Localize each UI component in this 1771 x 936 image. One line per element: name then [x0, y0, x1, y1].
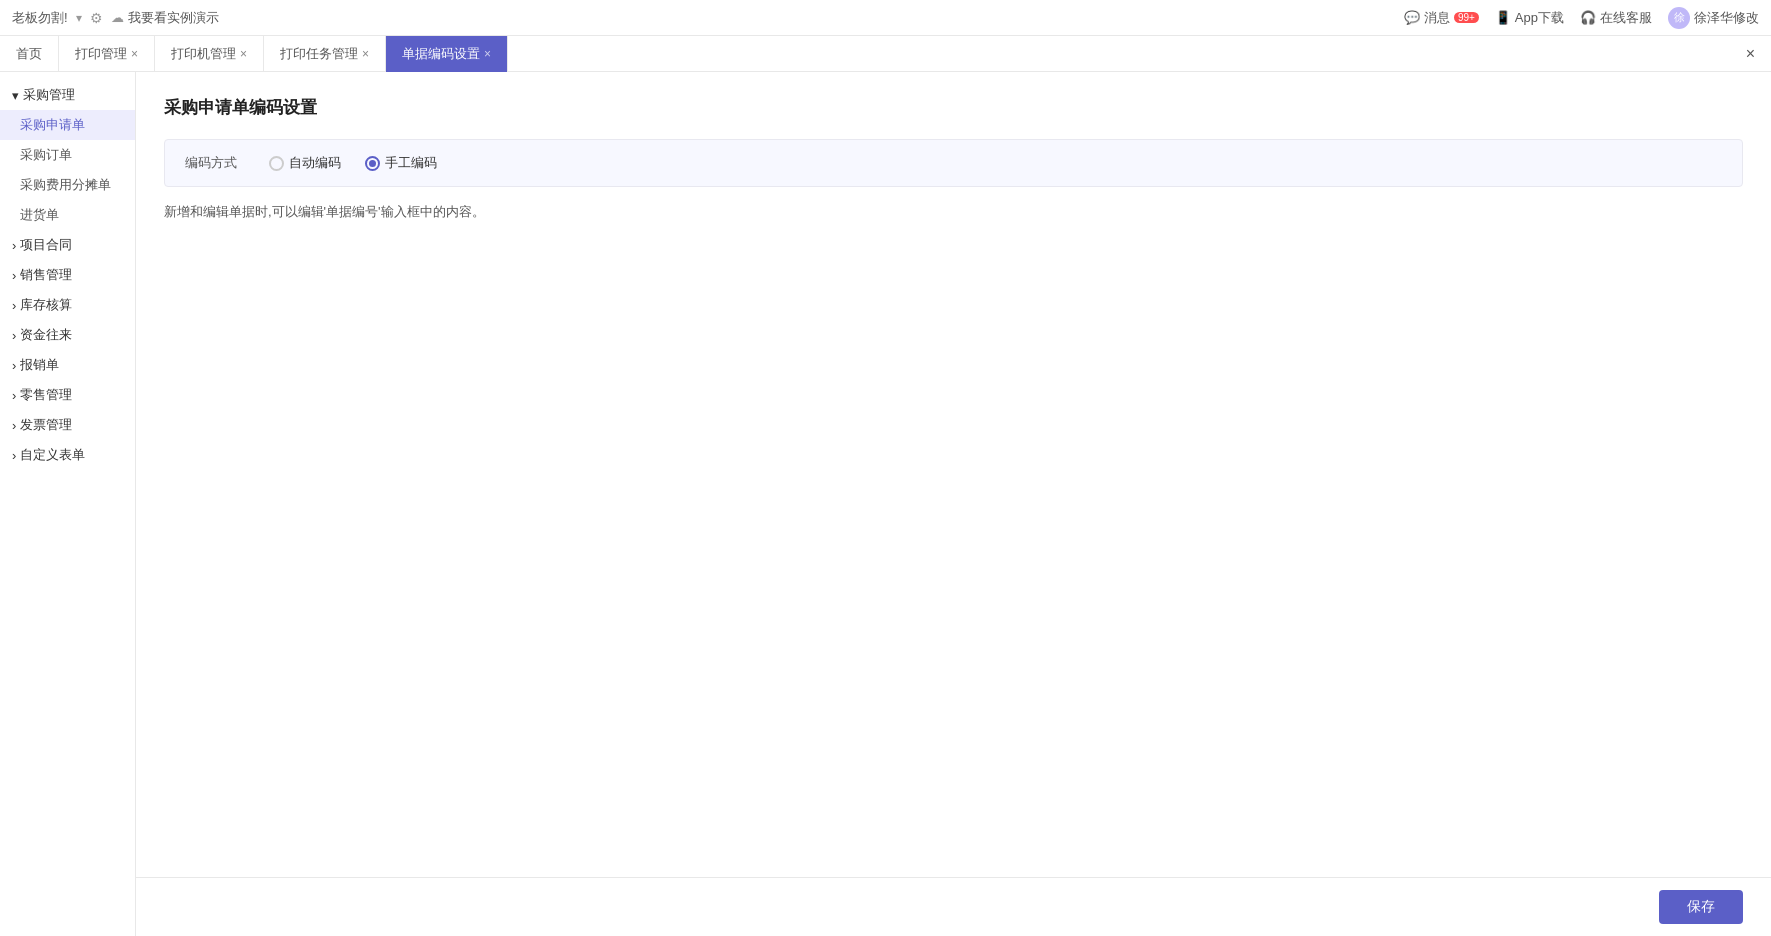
- mobile-icon: 📱: [1495, 10, 1511, 25]
- tab-printer-mgmt[interactable]: 打印机管理 ×: [155, 36, 264, 72]
- sidebar: ▾ 采购管理 采购申请单 采购订单 采购费用分摊单 进货单 › 项目合同 › 销…: [0, 72, 136, 936]
- sidebar-item-purchase-expense-label: 采购费用分摊单: [20, 177, 111, 192]
- tab-print-task-label: 打印任务管理: [280, 45, 358, 63]
- collapse-icon: ▾: [12, 88, 19, 103]
- top-bar-right: 💬 消息 99+ 📱 App下载 🎧 在线客服 徐 徐泽华修改: [1404, 7, 1759, 29]
- app-download-button[interactable]: 📱 App下载: [1495, 9, 1564, 27]
- radio-manual-label: 手工编码: [385, 154, 437, 172]
- tab-print-task-close[interactable]: ×: [362, 47, 369, 61]
- sidebar-item-purchase-request[interactable]: 采购申请单: [0, 110, 135, 140]
- sidebar-item-purchase-order[interactable]: 采购订单: [0, 140, 135, 170]
- window-close-button[interactable]: ×: [1730, 36, 1771, 72]
- arrow-down-icon[interactable]: ▾: [76, 11, 82, 25]
- demo-link[interactable]: 我要看实例演示: [111, 9, 219, 27]
- tab-barcode-setting-label: 单据编码设置: [402, 45, 480, 63]
- sidebar-group-purchase[interactable]: ▾ 采购管理: [0, 80, 135, 110]
- coding-row: 编码方式 自动编码 手工编码: [185, 154, 1722, 172]
- coding-settings-box: 编码方式 自动编码 手工编码: [164, 139, 1743, 187]
- tab-printer-mgmt-close[interactable]: ×: [240, 47, 247, 61]
- gear-icon[interactable]: ⚙: [90, 10, 103, 26]
- sidebar-group-custom-label: 自定义表单: [20, 446, 85, 464]
- sidebar-item-stock-in[interactable]: 进货单: [0, 200, 135, 230]
- sidebar-group-project-label: 项目合同: [20, 236, 72, 254]
- tab-home-label: 首页: [16, 45, 42, 63]
- tab-barcode-setting[interactable]: 单据编码设置 ×: [386, 36, 508, 72]
- sidebar-group-purchase-label: 采购管理: [23, 86, 75, 104]
- tab-print-mgmt-close[interactable]: ×: [131, 47, 138, 61]
- page-title: 采购申请单编码设置: [164, 96, 1743, 119]
- tab-print-mgmt[interactable]: 打印管理 ×: [59, 36, 155, 72]
- coding-label: 编码方式: [185, 154, 237, 172]
- sidebar-group-retail-label: 零售管理: [20, 386, 72, 404]
- tab-home[interactable]: 首页: [0, 36, 59, 72]
- sidebar-group-invoice-label: 发票管理: [20, 416, 72, 434]
- main-layout: ▾ 采购管理 采购申请单 采购订单 采购费用分摊单 进货单 › 项目合同 › 销…: [0, 72, 1771, 936]
- headset-icon: 🎧: [1580, 10, 1596, 25]
- radio-option-manual[interactable]: 手工编码: [365, 154, 437, 172]
- sidebar-item-stock-in-label: 进货单: [20, 207, 59, 222]
- online-service-button[interactable]: 🎧 在线客服: [1580, 9, 1652, 27]
- sidebar-group-inventory[interactable]: › 库存核算: [0, 290, 135, 320]
- top-bar: 老板勿割! ▾ ⚙ 我要看实例演示 💬 消息 99+ 📱 App下载 🎧 在线客…: [0, 0, 1771, 36]
- avatar: 徐: [1668, 7, 1690, 29]
- content-area: 采购申请单编码设置 编码方式 自动编码 手工编码 新增: [136, 72, 1771, 936]
- sidebar-group-retail[interactable]: › 零售管理: [0, 380, 135, 410]
- expand-icon-returns: ›: [12, 358, 16, 373]
- sidebar-item-purchase-order-label: 采购订单: [20, 147, 72, 162]
- sidebar-group-sales[interactable]: › 销售管理: [0, 260, 135, 290]
- sidebar-group-returns[interactable]: › 报销单: [0, 350, 135, 380]
- online-service-label: 在线客服: [1600, 9, 1652, 27]
- radio-auto-label: 自动编码: [289, 154, 341, 172]
- sidebar-group-fund-label: 资金往来: [20, 326, 72, 344]
- user-name: 徐泽华修改: [1694, 9, 1759, 27]
- sidebar-group-sales-label: 销售管理: [20, 266, 72, 284]
- app-download-label: App下载: [1515, 9, 1564, 27]
- radio-auto-circle[interactable]: [269, 156, 284, 171]
- message-label: 消息: [1424, 9, 1450, 27]
- user-profile-button[interactable]: 徐 徐泽华修改: [1668, 7, 1759, 29]
- expand-icon-custom: ›: [12, 448, 16, 463]
- sidebar-group-project-contract[interactable]: › 项目合同: [0, 230, 135, 260]
- sidebar-group-fund[interactable]: › 资金往来: [0, 320, 135, 350]
- tab-printer-mgmt-label: 打印机管理: [171, 45, 236, 63]
- expand-icon-retail: ›: [12, 388, 16, 403]
- content-main: 采购申请单编码设置 编码方式 自动编码 手工编码 新增: [136, 72, 1771, 877]
- sidebar-group-returns-label: 报销单: [20, 356, 59, 374]
- sidebar-item-purchase-request-label: 采购申请单: [20, 117, 85, 132]
- sidebar-group-inventory-label: 库存核算: [20, 296, 72, 314]
- tab-barcode-setting-close[interactable]: ×: [484, 47, 491, 61]
- sidebar-group-custom-form[interactable]: › 自定义表单: [0, 440, 135, 470]
- expand-icon-fund: ›: [12, 328, 16, 343]
- expand-icon-project: ›: [12, 238, 16, 253]
- message-button[interactable]: 💬 消息 99+: [1404, 9, 1479, 27]
- save-button[interactable]: 保存: [1659, 890, 1743, 924]
- radio-option-auto[interactable]: 自动编码: [269, 154, 341, 172]
- message-badge: 99+: [1454, 12, 1479, 23]
- content-footer: 保存: [136, 877, 1771, 936]
- tab-bar: 首页 打印管理 × 打印机管理 × 打印任务管理 × 单据编码设置 × ×: [0, 36, 1771, 72]
- top-bar-left: 老板勿割! ▾ ⚙ 我要看实例演示: [12, 9, 219, 27]
- tab-print-mgmt-label: 打印管理: [75, 45, 127, 63]
- app-logo: 老板勿割!: [12, 9, 68, 27]
- tab-print-task[interactable]: 打印任务管理 ×: [264, 36, 386, 72]
- expand-icon-sales: ›: [12, 268, 16, 283]
- message-icon: 💬: [1404, 10, 1420, 25]
- sidebar-group-invoice[interactable]: › 发票管理: [0, 410, 135, 440]
- expand-icon-invoice: ›: [12, 418, 16, 433]
- expand-icon-inventory: ›: [12, 298, 16, 313]
- hint-text: 新增和编辑单据时,可以编辑'单据编号'输入框中的内容。: [164, 203, 1743, 221]
- radio-manual-circle[interactable]: [365, 156, 380, 171]
- sidebar-item-purchase-expense[interactable]: 采购费用分摊单: [0, 170, 135, 200]
